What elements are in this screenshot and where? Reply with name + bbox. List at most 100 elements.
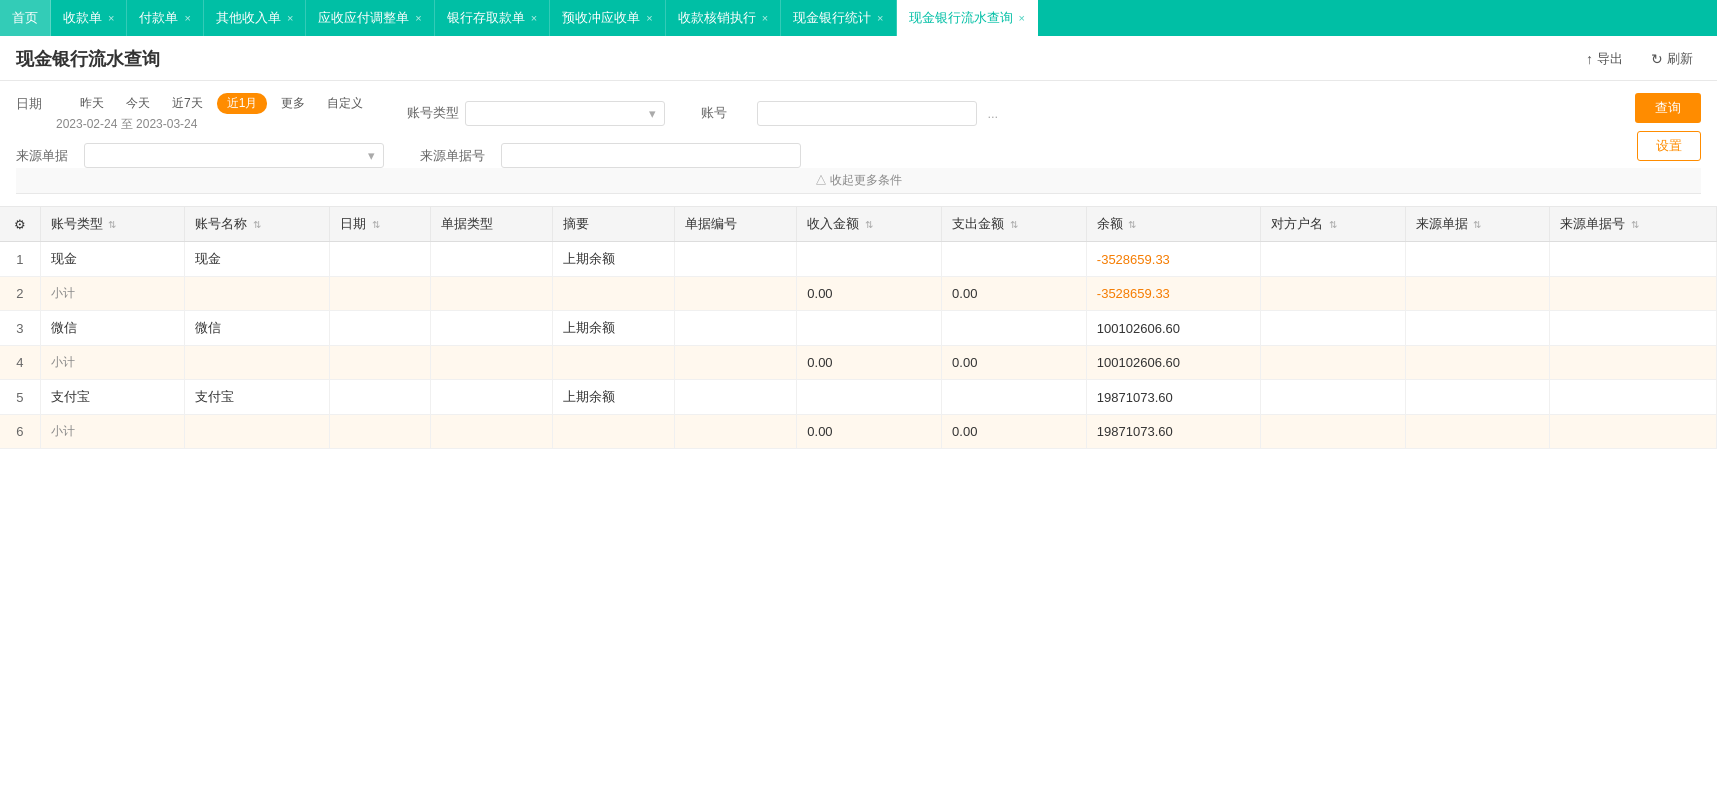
refresh-label: 刷新 (1667, 50, 1693, 68)
date-opt-7days[interactable]: 近7天 (164, 93, 211, 114)
doc-type-cell (431, 277, 553, 311)
nav-tab-other-income[interactable]: 其他收入单 × (204, 0, 306, 36)
nav-tab-cash-bank-flow[interactable]: 现金银行流水查询 × (897, 0, 1038, 36)
ar-ap-adjust-tab-close[interactable]: × (415, 12, 421, 24)
query-button[interactable]: 查询 (1635, 93, 1701, 123)
col-account-name-sort: ⇅ (253, 219, 261, 230)
date-cell (330, 346, 431, 380)
col-expense-label: 支出金额 (952, 216, 1004, 231)
col-expense-sort: ⇅ (1010, 219, 1018, 230)
col-balance[interactable]: 余额 ⇅ (1086, 207, 1260, 242)
nav-tab-receipt-verify[interactable]: 收款核销执行 × (666, 0, 781, 36)
account-type-select[interactable]: ▾ (465, 101, 665, 126)
col-account-type[interactable]: 账号类型 ⇅ (40, 207, 185, 242)
source-doc-cell (1405, 380, 1550, 415)
table-row[interactable]: 3微信微信上期余额100102606.60 (0, 311, 1717, 346)
row-num: 4 (0, 346, 40, 380)
account-type-cell: 小计 (40, 346, 185, 380)
nav-tab-payment[interactable]: 付款单 × (127, 0, 203, 36)
account-more-btn[interactable]: ... (981, 104, 1004, 123)
col-account-name[interactable]: 账号名称 ⇅ (185, 207, 330, 242)
doc-no-cell (675, 311, 797, 346)
nav-tab-cash-bank-stat[interactable]: 现金银行统计 × (781, 0, 896, 36)
account-name-cell (185, 346, 330, 380)
account-name-cell: 支付宝 (185, 380, 330, 415)
income-cell: 0.00 (797, 277, 942, 311)
cash-bank-stat-tab-label: 现金银行统计 (793, 9, 871, 27)
account-type-chevron: ▾ (649, 106, 656, 121)
expense-cell: 0.00 (942, 415, 1087, 449)
receipt-verify-tab-close[interactable]: × (762, 12, 768, 24)
col-balance-sort: ⇅ (1128, 219, 1136, 230)
table-row[interactable]: 4小计0.000.00100102606.60 (0, 346, 1717, 380)
date-opt-yesterday[interactable]: 昨天 (72, 93, 112, 114)
account-label: 账号 (701, 104, 751, 122)
nav-tab-ar-ap-adjust[interactable]: 应收应付调整单 × (306, 0, 434, 36)
nav-tab-receipt[interactable]: 收款单 × (51, 0, 127, 36)
col-date-label: 日期 (340, 216, 366, 231)
col-income[interactable]: 收入金额 ⇅ (797, 207, 942, 242)
date-opt-custom[interactable]: 自定义 (319, 93, 371, 114)
source-doc-select[interactable]: ▾ (84, 143, 384, 168)
account-name-cell: 现金 (185, 242, 330, 277)
date-opt-1month[interactable]: 近1月 (217, 93, 268, 114)
col-source-doc-no[interactable]: 来源单据号 ⇅ (1550, 207, 1717, 242)
col-source-doc-label: 来源单据 (1416, 216, 1468, 231)
cash-bank-flow-tab-close[interactable]: × (1019, 12, 1025, 24)
col-income-sort: ⇅ (865, 219, 873, 230)
date-cell (330, 415, 431, 449)
other-income-tab-close[interactable]: × (287, 12, 293, 24)
source-doc-no-input[interactable] (501, 143, 801, 168)
col-doc-no[interactable]: 单据编号 (675, 207, 797, 242)
cash-bank-stat-tab-close[interactable]: × (877, 12, 883, 24)
account-input[interactable] (757, 101, 977, 126)
date-cell (330, 380, 431, 415)
date-opt-today[interactable]: 今天 (118, 93, 158, 114)
receipt-verify-tab-label: 收款核销执行 (678, 9, 756, 27)
table-row[interactable]: 5支付宝支付宝上期余额19871073.60 (0, 380, 1717, 415)
source-doc-no-cell (1550, 346, 1717, 380)
bank-deposit-tab-close[interactable]: × (531, 12, 537, 24)
date-cell (330, 242, 431, 277)
table-row[interactable]: 1现金现金上期余额-3528659.33 (0, 242, 1717, 277)
cash-bank-flow-tab-label: 现金银行流水查询 (909, 9, 1013, 27)
collapse-bar[interactable]: △ 收起更多条件 (16, 168, 1701, 194)
balance-cell: 100102606.60 (1086, 311, 1260, 346)
row-num: 1 (0, 242, 40, 277)
doc-type-cell (431, 242, 553, 277)
doc-no-cell (675, 346, 797, 380)
col-expense[interactable]: 支出金额 ⇅ (942, 207, 1087, 242)
refresh-button[interactable]: ↻ 刷新 (1643, 46, 1701, 72)
col-source-doc[interactable]: 来源单据 ⇅ (1405, 207, 1550, 242)
col-doc-type[interactable]: 单据类型 (431, 207, 553, 242)
receipt-tab-close[interactable]: × (108, 12, 114, 24)
payment-tab-close[interactable]: × (184, 12, 190, 24)
page-header: 现金银行流水查询 ↑ 导出 ↻ 刷新 (0, 36, 1717, 81)
income-cell (797, 242, 942, 277)
col-counterpart[interactable]: 对方户名 ⇅ (1260, 207, 1405, 242)
income-cell: 0.00 (797, 346, 942, 380)
gear-icon: ⚙ (14, 217, 26, 232)
nav-tab-home[interactable]: 首页 (0, 0, 51, 36)
nav-tab-advance-receipt[interactable]: 预收冲应收单 × (550, 0, 665, 36)
table-row[interactable]: 2小计0.000.00-3528659.33 (0, 277, 1717, 311)
advance-receipt-tab-close[interactable]: × (646, 12, 652, 24)
col-gear[interactable]: ⚙ (0, 207, 40, 242)
col-counterpart-sort: ⇅ (1329, 219, 1337, 230)
col-doc-type-label: 单据类型 (441, 216, 493, 231)
nav-tab-bank-deposit[interactable]: 银行存取款单 × (435, 0, 550, 36)
export-button[interactable]: ↑ 导出 (1578, 46, 1631, 72)
col-account-name-label: 账号名称 (195, 216, 247, 231)
row-num: 6 (0, 415, 40, 449)
date-opt-more[interactable]: 更多 (273, 93, 313, 114)
export-icon: ↑ (1586, 51, 1593, 67)
table-row[interactable]: 6小计0.000.0019871073.60 (0, 415, 1717, 449)
col-doc-no-label: 单据编号 (685, 216, 737, 231)
page-title: 现金银行流水查询 (16, 47, 160, 71)
col-date[interactable]: 日期 ⇅ (330, 207, 431, 242)
counterpart-cell (1260, 346, 1405, 380)
settings-button[interactable]: 设置 (1637, 131, 1701, 161)
col-summary[interactable]: 摘要 (553, 207, 675, 242)
income-cell: 0.00 (797, 415, 942, 449)
source-doc-no-cell (1550, 380, 1717, 415)
